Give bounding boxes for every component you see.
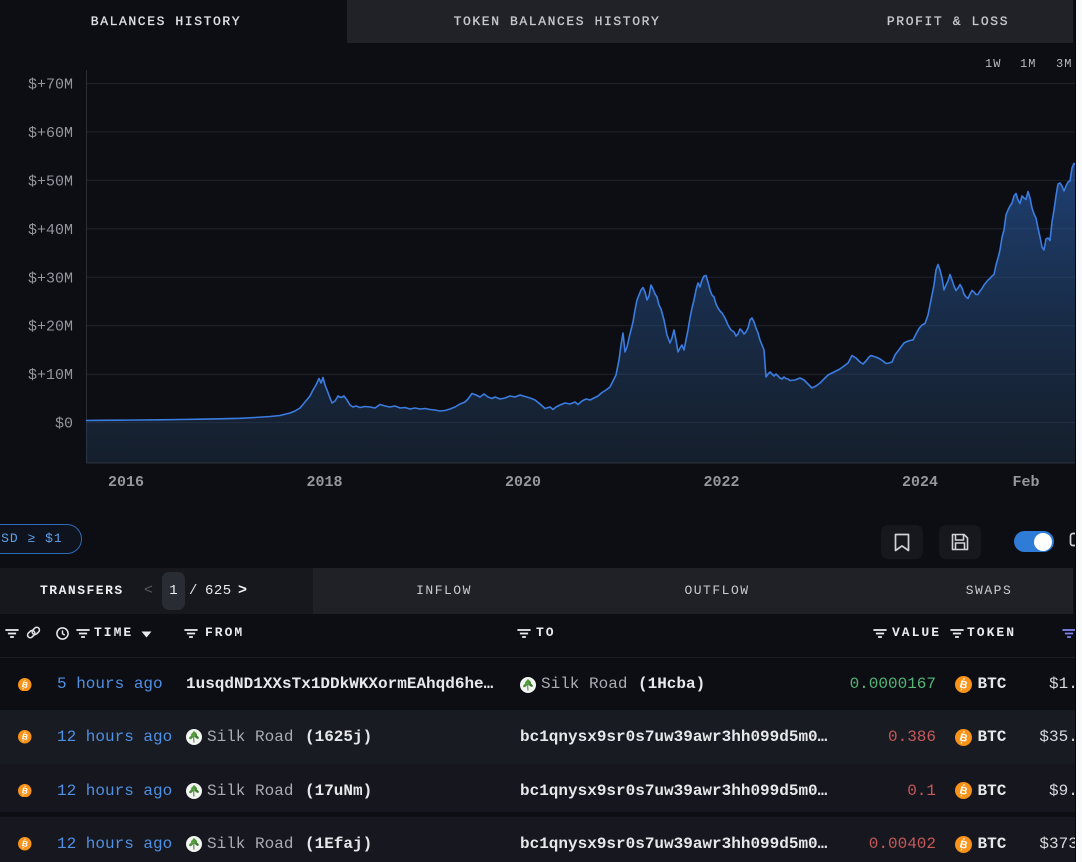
svg-text:$0: $0 [55, 416, 73, 433]
svg-text:$+30M: $+30M [28, 270, 73, 287]
svg-text:2016: 2016 [108, 474, 144, 491]
svg-text:$+70M: $+70M [28, 77, 73, 94]
svg-text:2018: 2018 [306, 474, 342, 491]
svg-text:$+60M: $+60M [28, 125, 73, 142]
svg-text:$+10M: $+10M [28, 367, 73, 384]
svg-text:2020: 2020 [505, 474, 541, 491]
svg-text:$+20M: $+20M [28, 319, 73, 336]
svg-text:$+40M: $+40M [28, 222, 73, 239]
svg-text:$+50M: $+50M [28, 173, 73, 190]
svg-text:Feb: Feb [1012, 474, 1039, 491]
svg-text:2022: 2022 [703, 474, 739, 491]
svg-text:2024: 2024 [902, 474, 938, 491]
